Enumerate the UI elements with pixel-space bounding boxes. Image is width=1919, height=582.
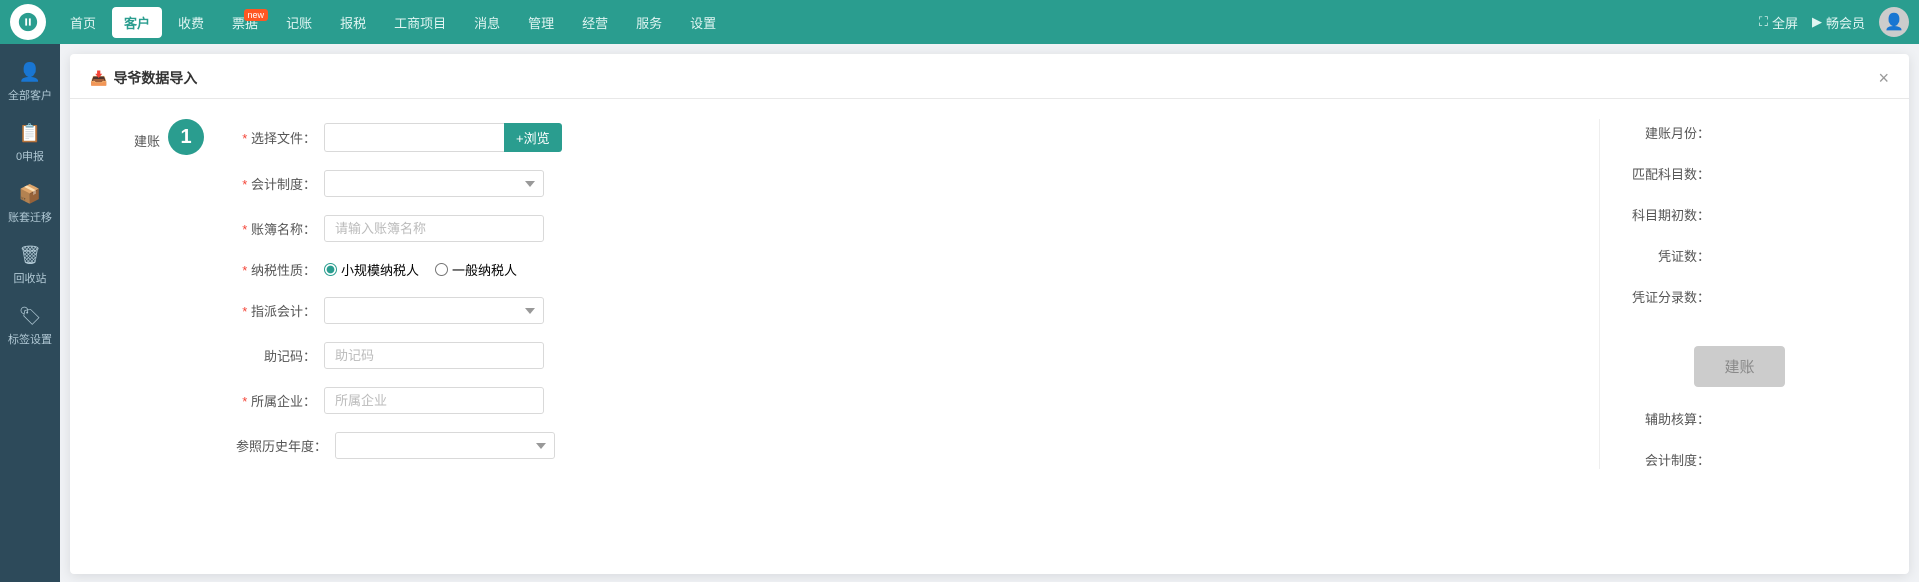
voucher-entries-label: 凭证分录数： (1630, 287, 1710, 306)
create-account-button[interactable]: 建账 (1694, 346, 1784, 387)
match-label: 匹配科目数： (1630, 164, 1710, 183)
sidebar-item-tags[interactable]: 🏷 标签设置 (0, 298, 60, 355)
history-year-label: 参照历史年度： (236, 436, 327, 455)
accounting-system-label: * 会计制度： (236, 174, 316, 193)
form-area: * 选择文件： +浏览 * (236, 119, 1599, 459)
nav-item-manage[interactable]: 管理 (516, 7, 566, 38)
tags-icon: 🏷 (19, 306, 42, 327)
sidebar-item-migration[interactable]: 📦 账套迁移 (0, 176, 60, 233)
nav-item-settings[interactable]: 设置 (678, 7, 728, 38)
main-content: 📥 导爷数据导入 × 建账 1 (60, 44, 1919, 582)
accounting-system-row: * 会计制度： (236, 170, 1599, 197)
sidebar-item-declaration[interactable]: 📋 0申报 (0, 115, 60, 172)
tax-type-radio-group: 小规模纳税人 一般纳税人 (324, 260, 517, 279)
accountant-select[interactable] (324, 297, 544, 324)
auxiliary-label: 辅助核算： (1630, 409, 1710, 428)
nav-item-fee[interactable]: 收费 (166, 7, 216, 38)
sidebar: 👤 全部客户 📋 0申报 📦 账套迁移 🗑 回收站 🏷 标签设置 (0, 44, 60, 582)
ledger-name-input[interactable] (324, 215, 544, 242)
all-clients-icon: 👤 (19, 62, 41, 83)
company-input[interactable] (324, 387, 544, 414)
nav-item-home[interactable]: 首页 (58, 7, 108, 38)
file-input[interactable] (324, 123, 504, 152)
memo-label: 助记码： (236, 346, 316, 365)
browse-button[interactable]: +浏览 (504, 123, 562, 152)
app-logo[interactable] (10, 4, 46, 40)
vip-icon: ▶ (1812, 14, 1822, 30)
top-navigation: 首页 客户 收费 票据 new 记账 报税 工商项目 消息 管理 经营 服务 设… (0, 0, 1919, 44)
nav-item-business[interactable]: 工商项目 (382, 7, 458, 38)
nav-item-operation[interactable]: 经营 (570, 7, 620, 38)
nav-item-ticket[interactable]: 票据 new (220, 7, 270, 38)
dialog-title: 📥 导爷数据导入 (90, 68, 197, 88)
step-circle: 1 (168, 119, 204, 155)
history-year-row: 参照历史年度： (236, 432, 1599, 459)
nav-item-tax[interactable]: 报税 (328, 7, 378, 38)
tax-small-option[interactable]: 小规模纳税人 (324, 260, 419, 279)
nav-item-bookkeeping[interactable]: 记账 (274, 7, 324, 38)
month-row: 建账月份： (1630, 123, 1849, 142)
dialog-body: 建账 1 * 选择文件： (70, 99, 1909, 489)
main-layout: 👤 全部客户 📋 0申报 📦 账套迁移 🗑 回收站 🏷 标签设置 📥 导爷 (0, 44, 1919, 582)
declaration-icon: 📋 (19, 123, 41, 144)
accountant-label: * 指派会计： (236, 301, 316, 320)
period-row: 科目期初数： (1630, 205, 1849, 224)
info-section: 建账月份： 匹配科目数： 科目期初数： 凭证数： (1599, 119, 1879, 469)
memo-row: 助记码： (236, 342, 1599, 369)
tax-small-radio[interactable] (324, 263, 337, 276)
ledger-name-row: * 账簿名称： (236, 215, 1599, 242)
tax-type-label: * 纳税性质： (236, 260, 316, 279)
file-input-wrapper: +浏览 (324, 123, 562, 152)
dialog-header: 📥 导爷数据导入 × (70, 54, 1909, 99)
recycle-icon: 🗑 (19, 245, 42, 266)
nav-right-area: ⛶ 全屏 ▶ 畅会员 👤 (1759, 7, 1909, 37)
match-row: 匹配科目数： (1630, 164, 1849, 183)
new-badge: new (244, 9, 269, 21)
nav-item-message[interactable]: 消息 (462, 7, 512, 38)
user-avatar[interactable]: 👤 (1879, 7, 1909, 37)
step-label: 建账 (134, 131, 160, 150)
step-wrapper: 建账 1 * 选择文件： (100, 119, 1599, 459)
month-label: 建账月份： (1630, 123, 1710, 142)
voucher-label: 凭证数： (1630, 246, 1710, 265)
accounting-type-label: 会计制度： (1630, 450, 1710, 469)
import-dialog: 📥 导爷数据导入 × 建账 1 (70, 54, 1909, 574)
voucher-row: 凭证数： (1630, 246, 1849, 265)
tax-general-option[interactable]: 一般纳税人 (435, 260, 517, 279)
vip-btn[interactable]: ▶ 畅会员 (1812, 13, 1865, 32)
migration-icon: 📦 (19, 184, 41, 205)
import-icon: 📥 (90, 70, 107, 87)
history-year-select[interactable] (335, 432, 555, 459)
fullscreen-btn[interactable]: ⛶ 全屏 (1759, 13, 1798, 32)
accounting-type-row: 会计制度： (1630, 450, 1849, 469)
accountant-row: * 指派会计： (236, 297, 1599, 324)
file-row: * 选择文件： +浏览 (236, 123, 1599, 152)
tax-type-row: * 纳税性质： 小规模纳税人 (236, 260, 1599, 279)
sidebar-item-all-clients[interactable]: 👤 全部客户 (0, 54, 60, 111)
accounting-system-select[interactable] (324, 170, 544, 197)
fullscreen-icon: ⛶ (1759, 14, 1768, 30)
nav-item-client[interactable]: 客户 (112, 7, 162, 38)
voucher-entries-row: 凭证分录数： (1630, 287, 1849, 306)
memo-input[interactable] (324, 342, 544, 369)
company-row: * 所属企业： (236, 387, 1599, 414)
file-label: * 选择文件： (236, 128, 316, 147)
auxiliary-row: 辅助核算： (1630, 409, 1849, 428)
form-section: 建账 1 * 选择文件： (100, 119, 1599, 469)
tax-general-radio[interactable] (435, 263, 448, 276)
company-label: * 所属企业： (236, 391, 316, 410)
period-label: 科目期初数： (1630, 205, 1710, 224)
nav-item-service[interactable]: 服务 (624, 7, 674, 38)
sidebar-item-recycle[interactable]: 🗑 回收站 (0, 237, 60, 294)
ledger-name-label: * 账簿名称： (236, 219, 316, 238)
close-button[interactable]: × (1878, 69, 1889, 87)
